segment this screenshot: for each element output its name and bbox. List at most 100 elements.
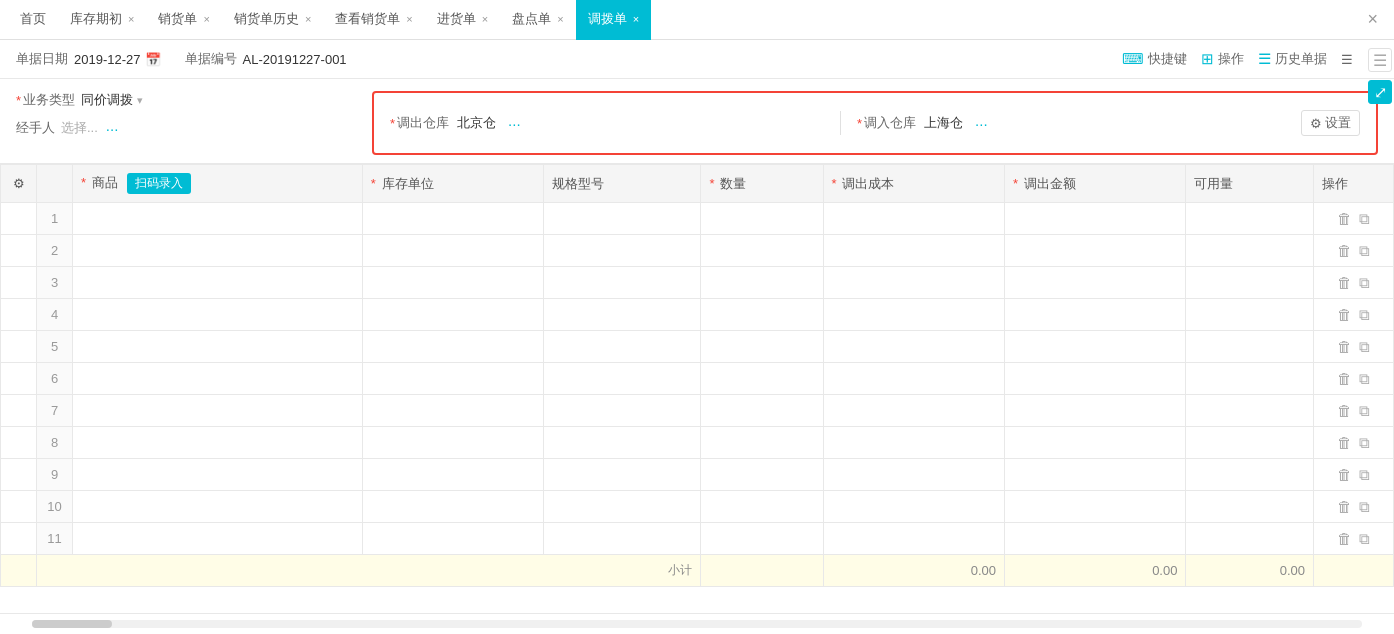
row-available[interactable] <box>1186 395 1314 427</box>
row-spec[interactable] <box>544 267 701 299</box>
row-available[interactable] <box>1186 491 1314 523</box>
row-amount[interactable] <box>1005 299 1186 331</box>
delete-icon[interactable]: 🗑 <box>1337 434 1352 451</box>
copy-icon[interactable]: ⧉ <box>1359 370 1370 387</box>
row-amount[interactable] <box>1005 427 1186 459</box>
row-available[interactable] <box>1186 203 1314 235</box>
row-amount[interactable] <box>1005 363 1186 395</box>
copy-icon[interactable]: ⧉ <box>1359 402 1370 419</box>
tab-home[interactable]: 首页 <box>8 0 58 40</box>
tab-inventory-check[interactable]: 盘点单 × <box>500 0 575 40</box>
copy-icon[interactable]: ⧉ <box>1359 210 1370 227</box>
delete-icon[interactable]: 🗑 <box>1337 338 1352 355</box>
shortcuts-btn[interactable]: ⌨ 快捷键 <box>1122 50 1187 68</box>
scroll-thumb[interactable] <box>32 620 112 628</box>
row-spec[interactable] <box>544 427 701 459</box>
row-product[interactable] <box>73 395 363 427</box>
delete-icon[interactable]: 🗑 <box>1337 306 1352 323</box>
row-unit[interactable] <box>362 395 543 427</box>
row-available[interactable] <box>1186 427 1314 459</box>
tab-close-purchase-order[interactable]: × <box>482 13 488 25</box>
row-amount[interactable] <box>1005 491 1186 523</box>
tab-view-sales[interactable]: 查看销货单 × <box>323 0 424 40</box>
tab-close-transfer-order[interactable]: × <box>633 13 639 25</box>
row-product[interactable] <box>73 235 363 267</box>
row-spec[interactable] <box>544 523 701 555</box>
copy-icon[interactable]: ⧉ <box>1359 274 1370 291</box>
row-product[interactable] <box>73 331 363 363</box>
tab-transfer-order[interactable]: 调拨单 × <box>576 0 651 40</box>
row-unit[interactable] <box>362 235 543 267</box>
row-amount[interactable] <box>1005 267 1186 299</box>
copy-icon[interactable]: ⧉ <box>1359 498 1370 515</box>
row-spec[interactable] <box>544 331 701 363</box>
row-unit[interactable] <box>362 427 543 459</box>
row-unit[interactable] <box>362 363 543 395</box>
row-spec[interactable] <box>544 395 701 427</box>
operations-btn[interactable]: ⊞ 操作 <box>1201 50 1244 68</box>
tab-sales-history[interactable]: 销货单历史 × <box>222 0 323 40</box>
handler-ellipsis-btn[interactable]: ··· <box>106 120 119 137</box>
copy-icon[interactable]: ⧉ <box>1359 338 1370 355</box>
row-unit[interactable] <box>362 459 543 491</box>
scroll-area[interactable] <box>0 613 1394 634</box>
delete-icon[interactable]: 🗑 <box>1337 274 1352 291</box>
row-unit[interactable] <box>362 491 543 523</box>
delete-icon[interactable]: 🗑 <box>1337 370 1352 387</box>
row-cost[interactable] <box>823 203 1004 235</box>
row-product[interactable] <box>73 267 363 299</box>
row-qty[interactable] <box>701 491 823 523</box>
tab-purchase-order[interactable]: 进货单 × <box>425 0 500 40</box>
row-amount[interactable] <box>1005 235 1186 267</box>
calendar-icon[interactable]: 📅 <box>145 52 161 67</box>
tab-close-inventory-check[interactable]: × <box>557 13 563 25</box>
row-cost[interactable] <box>823 523 1004 555</box>
row-available[interactable] <box>1186 331 1314 363</box>
row-cost[interactable] <box>823 459 1004 491</box>
sidebar-list-icon[interactable]: ☰ <box>1368 48 1392 72</box>
tab-sales-order[interactable]: 销货单 × <box>146 0 221 40</box>
row-qty[interactable] <box>701 523 823 555</box>
row-amount[interactable] <box>1005 203 1186 235</box>
copy-icon[interactable]: ⧉ <box>1359 466 1370 483</box>
row-qty[interactable] <box>701 299 823 331</box>
row-amount[interactable] <box>1005 331 1186 363</box>
tab-bar-close[interactable]: × <box>1359 9 1386 30</box>
delete-icon[interactable]: 🗑 <box>1337 210 1352 227</box>
row-unit[interactable] <box>362 267 543 299</box>
row-spec[interactable] <box>544 459 701 491</box>
row-qty[interactable] <box>701 267 823 299</box>
row-qty[interactable] <box>701 203 823 235</box>
row-unit[interactable] <box>362 523 543 555</box>
tab-close-sales-order[interactable]: × <box>203 13 209 25</box>
row-available[interactable] <box>1186 459 1314 491</box>
row-amount[interactable] <box>1005 459 1186 491</box>
row-spec[interactable] <box>544 363 701 395</box>
tab-close-sales-history[interactable]: × <box>305 13 311 25</box>
row-available[interactable] <box>1186 235 1314 267</box>
delete-icon[interactable]: 🗑 <box>1337 466 1352 483</box>
row-cost[interactable] <box>823 299 1004 331</box>
delete-icon[interactable]: 🗑 <box>1337 530 1352 547</box>
row-available[interactable] <box>1186 523 1314 555</box>
copy-icon[interactable]: ⧉ <box>1359 242 1370 259</box>
scan-button[interactable]: 扫码录入 <box>127 173 191 194</box>
handler-select[interactable]: 选择... <box>61 119 102 137</box>
row-product[interactable] <box>73 427 363 459</box>
delete-icon[interactable]: 🗑 <box>1337 242 1352 259</box>
copy-icon[interactable]: ⧉ <box>1359 306 1370 323</box>
row-qty[interactable] <box>701 459 823 491</box>
row-cost[interactable] <box>823 235 1004 267</box>
tab-close-view-sales[interactable]: × <box>406 13 412 25</box>
row-cost[interactable] <box>823 427 1004 459</box>
history-btn[interactable]: ☰ 历史单据 <box>1258 50 1327 68</box>
copy-icon[interactable]: ⧉ <box>1359 434 1370 451</box>
row-available[interactable] <box>1186 267 1314 299</box>
row-product[interactable] <box>73 203 363 235</box>
row-qty[interactable] <box>701 363 823 395</box>
row-cost[interactable] <box>823 395 1004 427</box>
row-qty[interactable] <box>701 395 823 427</box>
row-qty[interactable] <box>701 427 823 459</box>
delete-icon[interactable]: 🗑 <box>1337 498 1352 515</box>
warehouse-out-ellipsis-btn[interactable]: ··· <box>508 115 521 132</box>
